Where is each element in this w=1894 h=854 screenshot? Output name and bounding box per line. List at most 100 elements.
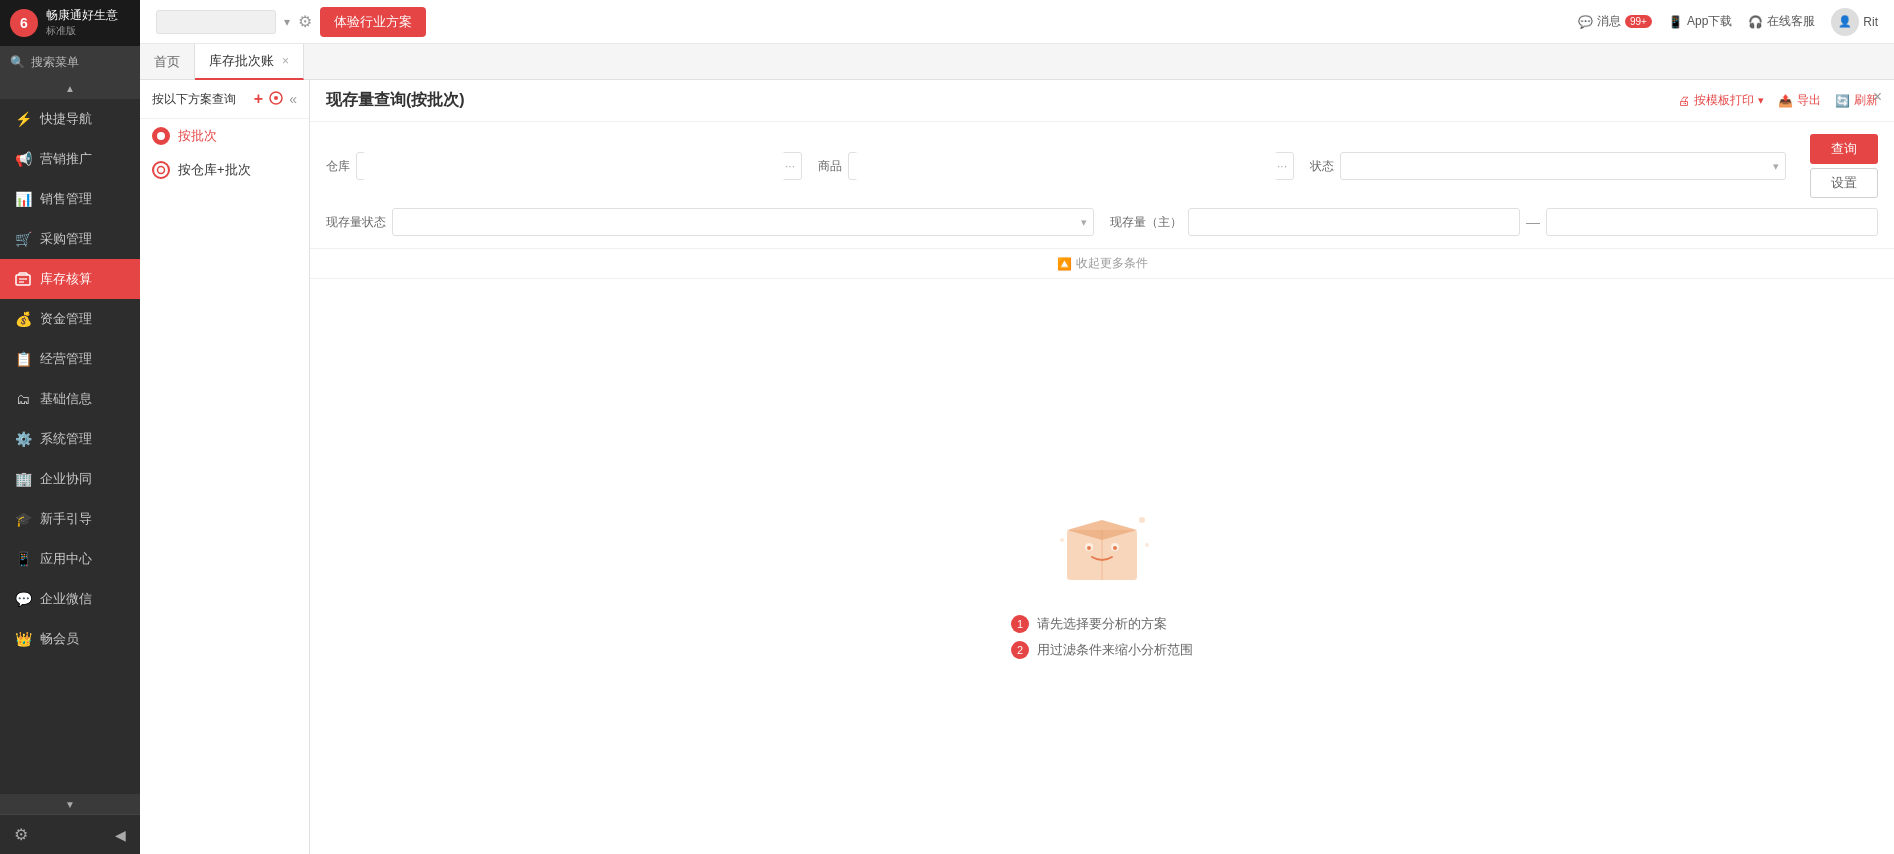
search-icon: 🔍 <box>10 55 25 69</box>
sidebar-nav-wrapper: ⚡ 快捷导航 📢 营销推广 📊 销售管理 🛒 采购管理 <box>0 99 140 794</box>
scheme-batch-label: 按批次 <box>178 127 217 145</box>
breadcrumb-search[interactable] <box>156 10 276 34</box>
warehouse-more-icon[interactable]: ··· <box>785 159 795 173</box>
content-area: 按以下方案查询 + « <box>140 80 1894 854</box>
basic-icon: 🗂 <box>14 390 32 408</box>
sidebar-item-label: 新手引导 <box>40 510 92 528</box>
sidebar-item-quick-nav[interactable]: ⚡ 快捷导航 <box>0 99 140 139</box>
sidebar-item-purchase[interactable]: 🛒 采购管理 <box>0 219 140 259</box>
left-panel-collapse-icon[interactable]: « <box>289 91 297 107</box>
settings-button[interactable]: 设置 <box>1810 168 1878 198</box>
app-download-label: App下载 <box>1687 13 1732 30</box>
tab-home-label: 首页 <box>154 53 180 71</box>
product-more-icon[interactable]: ··· <box>1277 159 1287 173</box>
sidebar-item-operation[interactable]: 📋 经营管理 <box>0 339 140 379</box>
message-action[interactable]: 💬 消息 99+ <box>1578 13 1652 30</box>
svg-point-13 <box>1139 517 1145 523</box>
inv-qty-max-input[interactable] <box>1546 208 1878 236</box>
trial-button[interactable]: 体验行业方案 <box>320 7 426 37</box>
sidebar-item-label: 快捷导航 <box>40 110 92 128</box>
sidebar-item-basic[interactable]: 🗂 基础信息 <box>0 379 140 419</box>
sidebar-settings-icon[interactable]: ⚙ <box>14 825 28 844</box>
app-version: 标准版 <box>46 24 118 38</box>
svg-rect-0 <box>16 275 30 285</box>
svg-point-5 <box>157 132 165 140</box>
sidebar-item-apps[interactable]: 📱 应用中心 <box>0 539 140 579</box>
avatar-placeholder: 👤 <box>1838 15 1852 28</box>
sidebar-item-label: 经营管理 <box>40 350 92 368</box>
tab-close-icon[interactable]: × <box>282 54 289 68</box>
app-logo: 6 <box>10 9 38 37</box>
user-action[interactable]: 👤 Rit <box>1831 8 1878 36</box>
tab-batch-account-label: 库存批次账 <box>209 52 274 70</box>
export-button[interactable]: 📤 导出 <box>1778 92 1821 109</box>
sidebar-scroll-up[interactable]: ▲ <box>0 79 140 99</box>
message-label: 消息 <box>1597 13 1621 30</box>
refresh-icon: 🔄 <box>1835 94 1850 108</box>
svg-point-6 <box>158 167 165 174</box>
print-label: 按模板打印 <box>1694 92 1754 109</box>
sidebar-item-wechat[interactable]: 💬 企业微信 <box>0 579 140 619</box>
status-dropdown-icon[interactable]: ▾ <box>1773 160 1779 173</box>
inv-qty-label: 现存量（主） <box>1110 214 1182 231</box>
sidebar-item-marketing[interactable]: 📢 营销推广 <box>0 139 140 179</box>
print-dropdown-icon[interactable]: ▾ <box>1758 94 1764 107</box>
sidebar-scroll-down[interactable]: ▼ <box>0 794 140 814</box>
sidebar-item-label: 营销推广 <box>40 150 92 168</box>
sidebar-item-member[interactable]: 👑 畅会员 <box>0 619 140 659</box>
app-download-action[interactable]: 📱 App下载 <box>1668 13 1732 30</box>
tab-home[interactable]: 首页 <box>140 44 195 80</box>
filter-bar: 仓库 ··· 商品 ··· 状态 <box>310 122 1894 249</box>
filter-warehouse-field: 仓库 ··· <box>326 152 802 180</box>
scheme-item-batch[interactable]: 按批次 <box>140 119 309 153</box>
filter-inv-status-field: 现存量状态 ▾ <box>326 208 1094 236</box>
tip-num-2: 2 <box>1011 641 1029 659</box>
sidebar-item-sales[interactable]: 📊 销售管理 <box>0 179 140 219</box>
tip-text-1: 请先选择要分析的方案 <box>1037 615 1167 633</box>
sidebar-item-label: 基础信息 <box>40 390 92 408</box>
left-panel: 按以下方案查询 + « <box>140 80 310 854</box>
online-service-action[interactable]: 🎧 在线客服 <box>1748 13 1815 30</box>
sidebar-item-label: 采购管理 <box>40 230 92 248</box>
scheme-batch-icon <box>152 127 170 145</box>
guide-icon: 🎓 <box>14 510 32 528</box>
sidebar-item-label: 企业协同 <box>40 470 92 488</box>
operation-icon: 📋 <box>14 350 32 368</box>
sales-icon: 📊 <box>14 190 32 208</box>
warehouse-input[interactable] <box>363 152 785 180</box>
add-scheme-icon[interactable]: + <box>254 90 263 108</box>
sidebar-item-system[interactable]: ⚙️ 系统管理 <box>0 419 140 459</box>
scheme-item-warehouse-batch[interactable]: 按仓库+批次 <box>140 153 309 187</box>
search-menu-label: 搜索菜单 <box>31 54 79 71</box>
scheme-settings-icon[interactable] <box>269 91 283 108</box>
sidebar-item-inventory[interactable]: 库存核算 <box>0 259 140 299</box>
apps-icon: 📱 <box>14 550 32 568</box>
svg-point-4 <box>274 96 278 100</box>
sidebar-item-finance[interactable]: 💰 资金管理 <box>0 299 140 339</box>
query-button[interactable]: 查询 <box>1810 134 1878 164</box>
collapse-label: 收起更多条件 <box>1076 255 1148 272</box>
member-icon: 👑 <box>14 630 32 648</box>
sidebar-bottom: ⚙ ◀ <box>0 814 140 854</box>
topbar-dropdown-icon[interactable]: ▾ <box>284 15 290 29</box>
content-close-button[interactable]: × <box>1861 80 1894 114</box>
sidebar-item-label: 系统管理 <box>40 430 92 448</box>
scheme-warehouse-batch-label: 按仓库+批次 <box>178 161 251 179</box>
inv-qty-min-input[interactable] <box>1188 208 1520 236</box>
collapse-more-bar[interactable]: 🔼 收起更多条件 <box>310 249 1894 279</box>
print-button[interactable]: 🖨 按模板打印 ▾ <box>1678 92 1764 109</box>
sidebar-item-enterprise[interactable]: 🏢 企业协同 <box>0 459 140 499</box>
purchase-icon: 🛒 <box>14 230 32 248</box>
page-title: 现存量查询(按批次) <box>326 90 465 111</box>
service-icon: 🎧 <box>1748 15 1763 29</box>
tab-batch-account[interactable]: 库存批次账 × <box>195 44 304 80</box>
sidebar-item-guide[interactable]: 🎓 新手引导 <box>0 499 140 539</box>
inv-qty-sep: — <box>1526 214 1540 230</box>
sidebar-collapse-icon[interactable]: ◀ <box>115 827 126 843</box>
topbar-gear-icon[interactable]: ⚙ <box>298 12 312 31</box>
product-input[interactable] <box>855 152 1277 180</box>
system-icon: ⚙️ <box>14 430 32 448</box>
search-menu[interactable]: 🔍 搜索菜单 <box>0 46 140 79</box>
inv-status-dropdown-icon[interactable]: ▾ <box>1081 216 1087 229</box>
scheme-warehouse-batch-icon <box>152 161 170 179</box>
